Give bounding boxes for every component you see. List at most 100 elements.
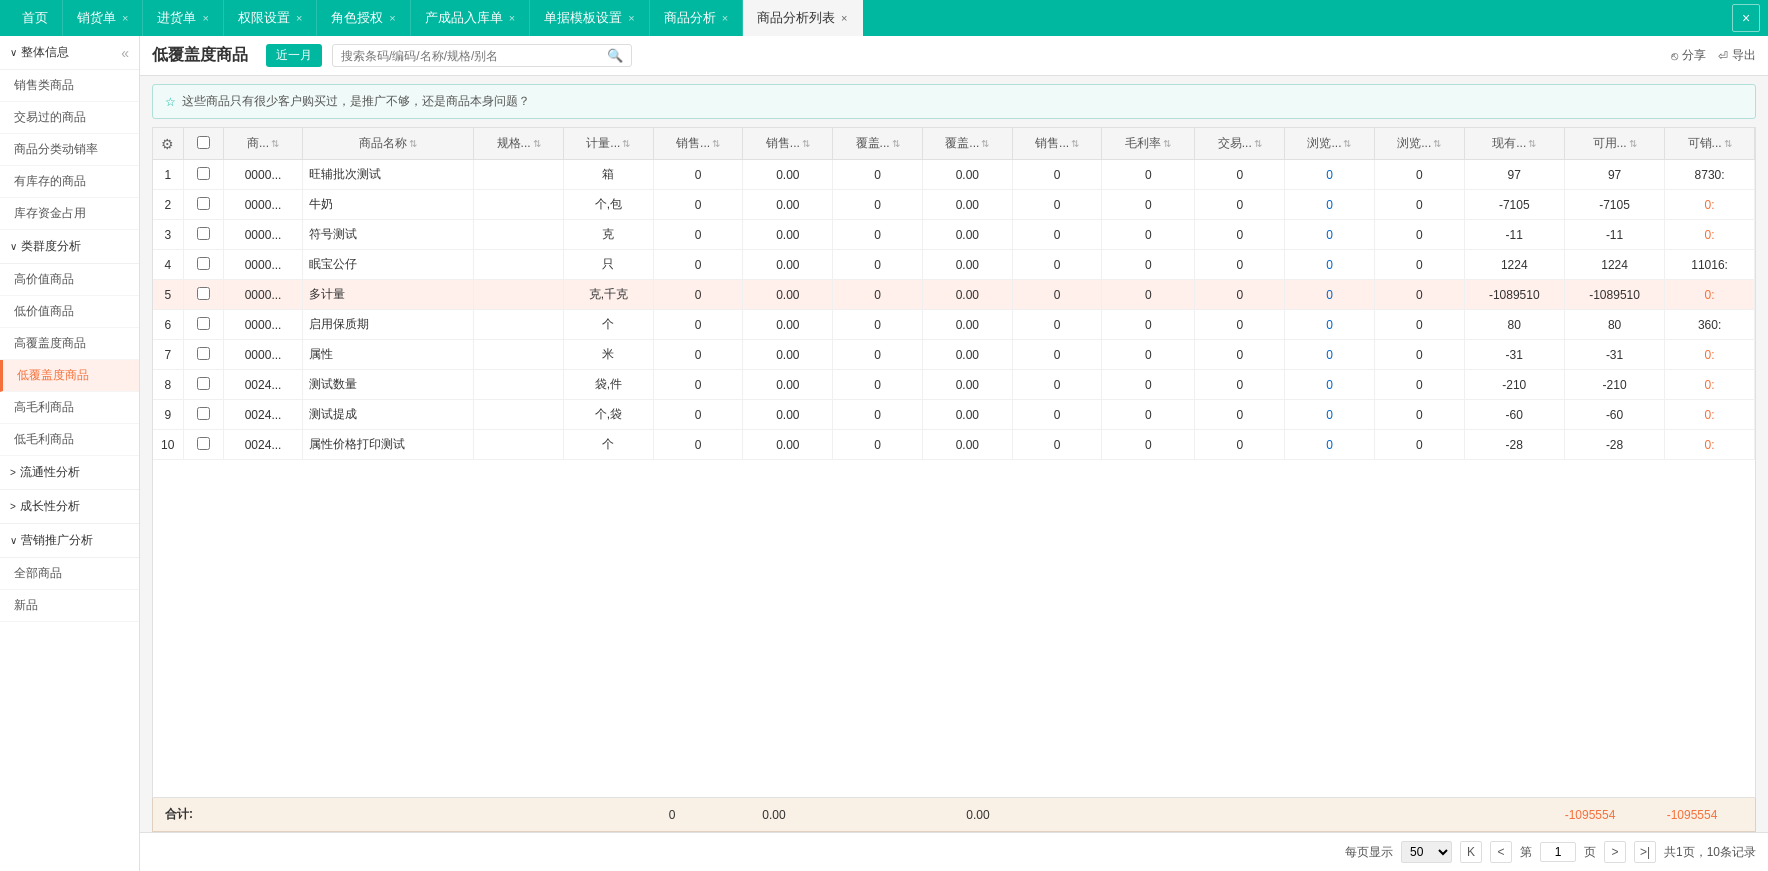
col-name-header[interactable]: 商品名称⇅ (302, 128, 474, 160)
browse-link[interactable]: 0 (1326, 258, 1333, 272)
nav-purchase-order[interactable]: 进货单 × (143, 0, 223, 36)
col-cansell-header[interactable]: 可销...⇅ (1665, 128, 1755, 160)
browse-link[interactable]: 0 (1326, 348, 1333, 362)
row-checkbox[interactable] (197, 257, 210, 270)
share-button[interactable]: ⎋ 分享 (1671, 47, 1706, 64)
row-stock2: -31 (1564, 340, 1664, 370)
nav-home[interactable]: 首页 (8, 0, 63, 36)
row-checkbox[interactable] (197, 227, 210, 240)
row-sales3: 0 (1012, 160, 1102, 190)
browse-link[interactable]: 0 (1326, 378, 1333, 392)
sidebar-item-sales-goods[interactable]: 销售类商品 (0, 70, 139, 102)
browse-link[interactable]: 0 (1326, 318, 1333, 332)
row-checkbox[interactable] (197, 317, 210, 330)
row-sales1: 0 (653, 160, 743, 190)
row-checkbox[interactable] (197, 437, 210, 450)
browse-link[interactable]: 0 (1326, 288, 1333, 302)
nav-product-analysis[interactable]: 商品分析 × (650, 0, 743, 36)
sidebar-item-high-margin[interactable]: 高毛利商品 (0, 392, 139, 424)
per-page-select[interactable]: 50 20 100 200 (1401, 841, 1452, 863)
sidebar-item-category-turnover[interactable]: 商品分类动销率 (0, 134, 139, 166)
nav-sales-order[interactable]: 销货单 × (63, 0, 143, 36)
sidebar-item-new-goods[interactable]: 新品 (0, 590, 139, 622)
sidebar-section-overall[interactable]: ∨ 整体信息 « (0, 36, 139, 70)
row-checkbox[interactable] (197, 377, 210, 390)
row-checkbox[interactable] (197, 347, 210, 360)
col-browse1-header[interactable]: 浏览...⇅ (1285, 128, 1375, 160)
last-page-button[interactable]: >| (1634, 841, 1656, 863)
browse-link[interactable]: 0 (1326, 408, 1333, 422)
browse-link[interactable]: 0 (1326, 198, 1333, 212)
col-gross-header[interactable]: 毛利率⇅ (1102, 128, 1195, 160)
col-unit-header[interactable]: 计量...⇅ (563, 128, 653, 160)
nav-permissions[interactable]: 权限设置 × (224, 0, 317, 36)
sidebar-section-marketing[interactable]: ∨ 营销推广分析 (0, 524, 139, 558)
browse-link[interactable]: 0 (1326, 168, 1333, 182)
col-spec-header[interactable]: 规格...⇅ (474, 128, 564, 160)
col-browse2-header[interactable]: 浏览...⇅ (1374, 128, 1464, 160)
nav-close-icon[interactable]: × (389, 12, 395, 24)
col-sales1-header[interactable]: 销售...⇅ (653, 128, 743, 160)
search-icon[interactable]: 🔍 (607, 48, 623, 63)
sidebar-section-growth[interactable]: > 成长性分析 (0, 490, 139, 524)
nav-close-icon[interactable]: × (202, 12, 208, 24)
nav-close-icon[interactable]: × (509, 12, 515, 24)
nav-close-icon[interactable]: × (628, 12, 634, 24)
col-cover2-header[interactable]: 覆盖...⇅ (922, 128, 1012, 160)
row-code: 0000... (224, 250, 302, 280)
sidebar-item-high-coverage[interactable]: 高覆盖度商品 (0, 328, 139, 360)
sidebar-item-all-goods[interactable]: 全部商品 (0, 558, 139, 590)
select-all-checkbox[interactable] (197, 136, 210, 149)
col-trade-header[interactable]: 交易...⇅ (1195, 128, 1285, 160)
col-sales3-header[interactable]: 销售...⇅ (1012, 128, 1102, 160)
nav-close-icon[interactable]: × (122, 12, 128, 24)
col-code-header[interactable]: 商...⇅ (224, 128, 302, 160)
nav-close-icon[interactable]: × (841, 12, 847, 24)
row-checkbox[interactable] (197, 407, 210, 420)
nav-doc-template[interactable]: 单据模板设置 × (530, 0, 649, 36)
row-checkbox[interactable] (197, 287, 210, 300)
col-cover1-header[interactable]: 覆盖...⇅ (833, 128, 923, 160)
row-browse2: 0 (1374, 250, 1464, 280)
sidebar-item-high-value[interactable]: 高价值商品 (0, 264, 139, 296)
browse-link[interactable]: 0 (1326, 438, 1333, 452)
chevron-down-icon: ∨ (10, 535, 17, 546)
page-input[interactable] (1540, 842, 1576, 862)
col-sales2-header[interactable]: 销售...⇅ (743, 128, 833, 160)
col-stock1-header[interactable]: 现有...⇅ (1464, 128, 1564, 160)
row-checkbox[interactable] (197, 197, 210, 210)
sidebar-section-cluster[interactable]: ∨ 类群度分析 (0, 230, 139, 264)
settings-icon[interactable]: ⚙ (161, 136, 174, 152)
sidebar-item-inventory-capital[interactable]: 库存资金占用 (0, 198, 139, 230)
row-cover1: 0 (833, 280, 923, 310)
row-spec (474, 430, 564, 460)
time-filter-button[interactable]: 近一月 (266, 44, 322, 67)
col-stock2-header[interactable]: 可用...⇅ (1564, 128, 1664, 160)
nav-finished-goods[interactable]: 产成品入库单 × (411, 0, 530, 36)
next-page-button[interactable]: > (1604, 841, 1626, 863)
nav-product-analysis-list[interactable]: 商品分析列表 × (743, 0, 862, 36)
export-button[interactable]: ⏎ 导出 (1718, 47, 1756, 64)
collapse-icon[interactable]: « (121, 45, 129, 61)
sidebar-item-traded-goods[interactable]: 交易过的商品 (0, 102, 139, 134)
row-trade: 0 (1195, 280, 1285, 310)
first-page-button[interactable]: K (1460, 841, 1482, 863)
close-all-button[interactable]: × (1732, 4, 1760, 32)
row-trade: 0 (1195, 400, 1285, 430)
sidebar-item-low-coverage[interactable]: 低覆盖度商品 (0, 360, 139, 392)
sidebar-item-stocked-goods[interactable]: 有库存的商品 (0, 166, 139, 198)
nav-close-icon[interactable]: × (722, 12, 728, 24)
browse-link[interactable]: 0 (1326, 228, 1333, 242)
nav-role-auth[interactable]: 角色授权 × (317, 0, 410, 36)
sidebar-section-liquidity[interactable]: > 流通性分析 (0, 456, 139, 490)
nav-close-icon[interactable]: × (296, 12, 302, 24)
sidebar-item-low-margin[interactable]: 低毛利商品 (0, 424, 139, 456)
row-browse2: 0 (1374, 220, 1464, 250)
prev-page-button[interactable]: < (1490, 841, 1512, 863)
search-input[interactable] (341, 49, 607, 63)
row-spec (474, 160, 564, 190)
row-checkbox[interactable] (197, 167, 210, 180)
row-sales3: 0 (1012, 220, 1102, 250)
row-cover1: 0 (833, 220, 923, 250)
sidebar-item-low-value[interactable]: 低价值商品 (0, 296, 139, 328)
